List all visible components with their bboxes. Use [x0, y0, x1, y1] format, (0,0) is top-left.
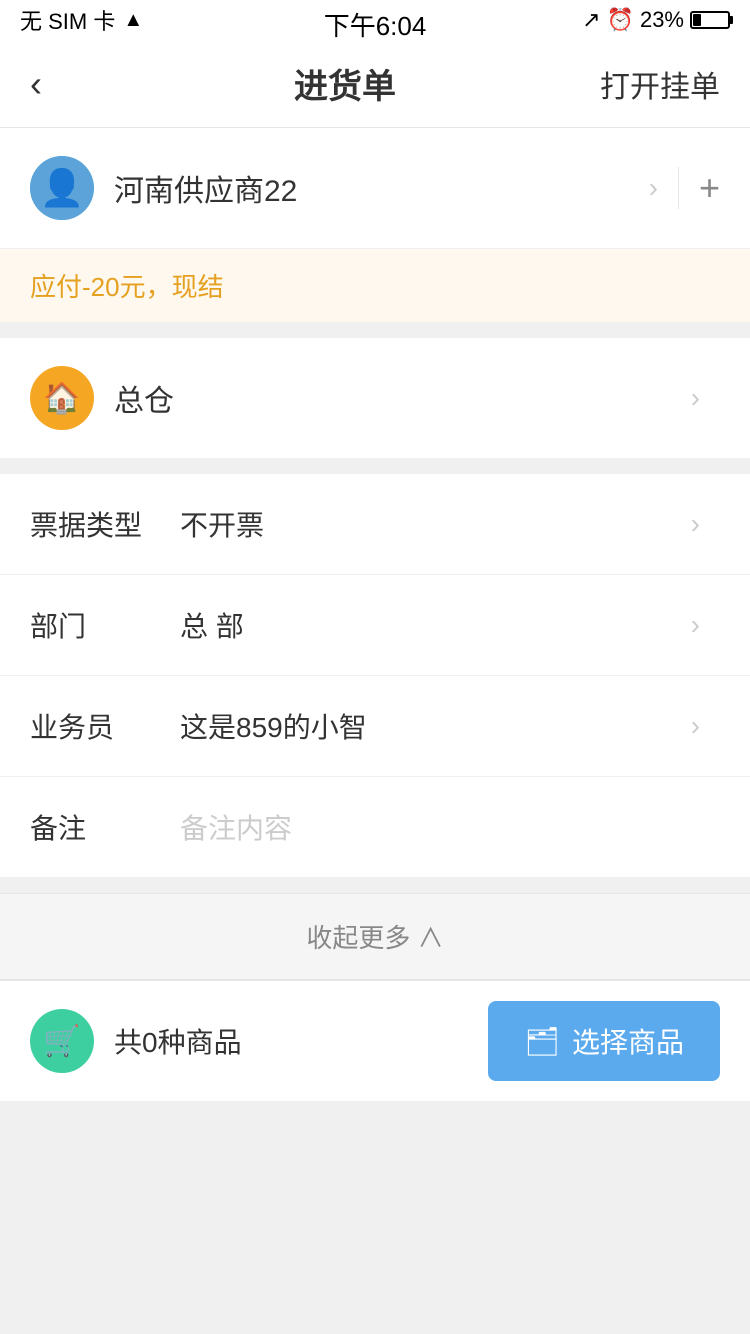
- invoice-type-row[interactable]: 票据类型 不开票 ›: [0, 474, 750, 575]
- notice-bar: 应付-20元，现结: [0, 249, 750, 322]
- open-pending-button[interactable]: 打开挂单: [600, 62, 720, 106]
- notice-text: 应付-20元，现结: [30, 272, 224, 302]
- chevron-right-icon: ›: [691, 710, 700, 742]
- location-icon: ↗: [582, 7, 600, 33]
- chevron-right-icon: ›: [691, 609, 700, 641]
- person-icon: 👤: [40, 167, 85, 209]
- department-row[interactable]: 部门 总 部 ›: [0, 575, 750, 676]
- supplier-name: 河南供应商22: [114, 166, 649, 210]
- warehouse-icon: 🏠: [30, 366, 94, 430]
- supplier-avatar: 👤: [30, 156, 94, 220]
- back-button[interactable]: ‹: [30, 63, 90, 105]
- bottom-bar: 🛒 共0种商品 🗂 选择商品: [0, 980, 750, 1101]
- product-count: 共0种商品: [114, 1021, 488, 1061]
- nav-bar: ‹ 进货单 打开挂单: [0, 40, 750, 128]
- department-label: 部门: [30, 605, 170, 645]
- remark-input[interactable]: 备注内容: [170, 807, 720, 847]
- select-product-label: 选择商品: [572, 1021, 684, 1061]
- salesperson-value: 这是859的小智: [170, 706, 691, 746]
- bag-icon: 🛒: [43, 1024, 80, 1059]
- salesperson-label: 业务员: [30, 706, 170, 746]
- page-title: 进货单: [294, 59, 396, 108]
- invoice-type-value: 不开票: [170, 504, 691, 544]
- select-product-icon: 🗂: [524, 1025, 560, 1058]
- salesperson-row[interactable]: 业务员 这是859的小智 ›: [0, 676, 750, 777]
- wifi-icon: ▲: [123, 9, 143, 32]
- select-product-button[interactable]: 🗂 选择商品: [488, 1001, 720, 1081]
- status-bar: 无 SIM 卡 ▲ 下午6:04 ↗ ⏰ 23%: [0, 0, 750, 40]
- supplier-section: 👤 河南供应商22 › + 应付-20元，现结: [0, 128, 750, 322]
- product-icon: 🛒: [30, 1009, 94, 1073]
- chevron-right-icon: ›: [691, 382, 700, 414]
- department-value: 总 部: [170, 605, 691, 645]
- add-supplier-button[interactable]: +: [678, 167, 720, 209]
- battery-icon: [690, 11, 730, 29]
- remark-label: 备注: [30, 807, 170, 847]
- battery-percent: 23%: [640, 7, 684, 33]
- house-icon: 🏠: [43, 381, 80, 416]
- collapse-button[interactable]: 收起更多 ∧: [0, 893, 750, 980]
- chevron-right-icon: ›: [691, 508, 700, 540]
- alarm-icon: ⏰: [607, 7, 634, 33]
- status-right: ↗ ⏰ 23%: [582, 7, 730, 33]
- status-left: 无 SIM 卡 ▲: [20, 4, 143, 36]
- remark-row[interactable]: 备注 备注内容: [0, 777, 750, 877]
- main-content: 👤 河南供应商22 › + 应付-20元，现结 🏠 总仓 › 票据类型 不开票 …: [0, 128, 750, 1328]
- supplier-row[interactable]: 👤 河南供应商22 › +: [0, 128, 750, 249]
- carrier-label: 无 SIM 卡: [20, 4, 115, 36]
- warehouse-name: 总仓: [114, 376, 691, 420]
- avatar: 👤: [30, 156, 94, 220]
- chevron-right-icon: ›: [649, 172, 658, 204]
- invoice-type-label: 票据类型: [30, 504, 170, 544]
- warehouse-row[interactable]: 🏠 总仓 ›: [0, 322, 750, 458]
- status-time: 下午6:04: [324, 6, 427, 43]
- form-section: 票据类型 不开票 › 部门 总 部 › 业务员 这是859的小智 › 备注 备注…: [0, 474, 750, 877]
- battery-fill: [693, 14, 701, 26]
